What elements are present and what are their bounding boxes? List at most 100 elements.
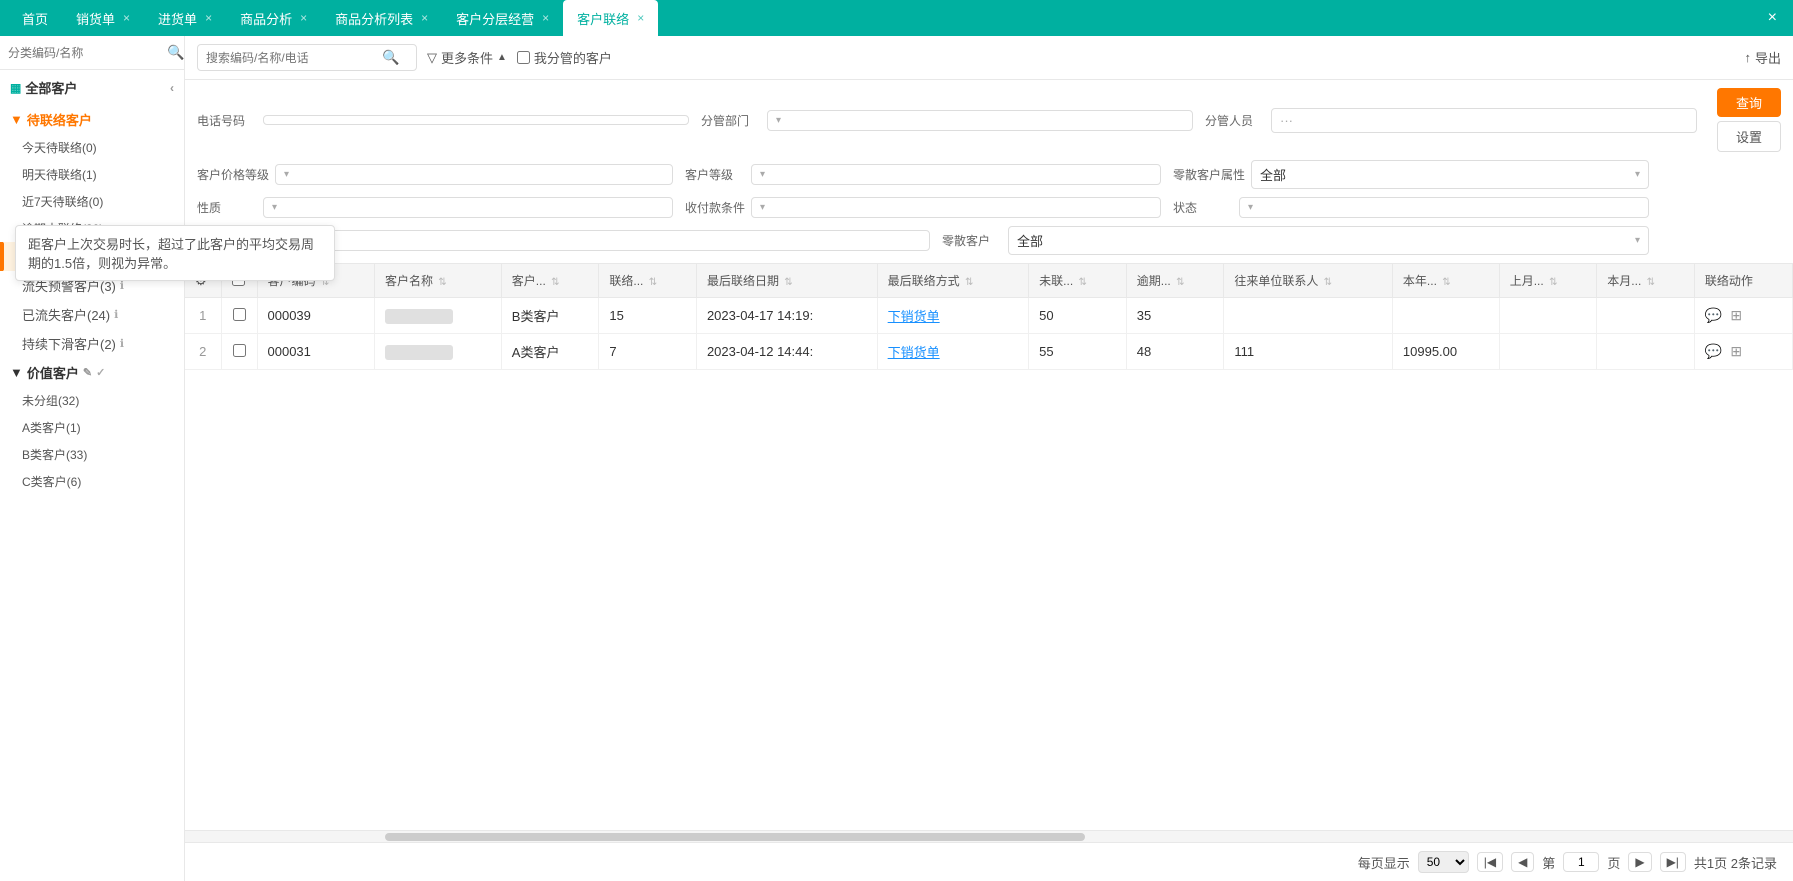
- nav-sales-close[interactable]: ×: [123, 11, 130, 25]
- row-last-date-2: 2023-04-12 14:44:: [696, 334, 877, 370]
- more-conditions-button[interactable]: ▽ 更多条件 ▲: [427, 48, 507, 67]
- th-type[interactable]: 客户... ⇅: [501, 264, 599, 298]
- customer-search-icon[interactable]: 🔍: [382, 49, 399, 66]
- filter-icon: ▽: [427, 50, 437, 66]
- sidebar-value-group[interactable]: ▼ 价值客户 ✎ ✓: [0, 358, 184, 387]
- per-page-select[interactable]: 50 100: [1418, 851, 1469, 873]
- scrollbar-thumb[interactable]: [385, 833, 1085, 841]
- sort-lastmethod-icon: ⇅: [965, 277, 973, 288]
- sidebar-item-a-class[interactable]: A类客户(1): [0, 414, 184, 441]
- prev-page-button[interactable]: ◀: [1511, 852, 1534, 872]
- sidebar-item-today[interactable]: 今天待联络(0): [0, 134, 184, 161]
- nav-home[interactable]: 首页: [8, 0, 62, 36]
- row-contact-1: 15: [599, 298, 697, 334]
- value-group-edit-icon[interactable]: ✎: [83, 366, 92, 379]
- declining-label: 持续下滑客户(2): [22, 334, 116, 353]
- th-name[interactable]: 客户名称 ⇅: [374, 264, 501, 298]
- row-select-2[interactable]: [233, 344, 246, 357]
- row-code-2: 000031: [257, 334, 374, 370]
- blurred-name-2: ████: [385, 345, 453, 360]
- nav-analysis[interactable]: 商品分析 ×: [226, 0, 321, 36]
- filter-department-caret: ▾: [776, 115, 781, 126]
- action-grid-2[interactable]: ⊞: [1730, 343, 1742, 360]
- nav-customer-contact[interactable]: 客户联络 ×: [563, 0, 658, 36]
- scatter-attr-value: 全部: [1260, 165, 1286, 184]
- row-select-1[interactable]: [233, 308, 246, 321]
- action-comment-1[interactable]: 💬: [1705, 307, 1722, 324]
- nav-purchase[interactable]: 进货单 ×: [144, 0, 226, 36]
- nav-analysis-list-close[interactable]: ×: [421, 11, 428, 25]
- sidebar-search-icon[interactable]: 🔍: [167, 44, 184, 61]
- th-uncontacted[interactable]: 未联... ⇅: [1029, 264, 1127, 298]
- filter-customer-type-select[interactable]: ▾: [289, 230, 930, 251]
- row-type-2: A类客户: [501, 334, 599, 370]
- nav-customer-tier-close[interactable]: ×: [542, 11, 549, 25]
- th-contact-person[interactable]: 往来单位联系人 ⇅: [1224, 264, 1393, 298]
- sidebar-search-input[interactable]: [8, 46, 163, 60]
- filter-scatter-attr: 零散客户属性 全部 ▾: [1173, 160, 1649, 189]
- value-group-check-icon[interactable]: ✓: [96, 366, 105, 379]
- info-icon-lost[interactable]: ℹ: [114, 308, 118, 321]
- nav-purchase-close[interactable]: ×: [205, 11, 212, 25]
- query-button[interactable]: 查询: [1717, 88, 1781, 117]
- th-contact[interactable]: 联络... ⇅: [599, 264, 697, 298]
- first-page-button[interactable]: |◀: [1477, 852, 1503, 872]
- nav-customer-contact-close[interactable]: ×: [637, 11, 644, 25]
- filter-department-select[interactable]: ▾: [767, 110, 1193, 131]
- sidebar-item-7days[interactable]: 近7天待联络(0): [0, 188, 184, 215]
- info-icon-declining[interactable]: ℹ: [120, 337, 124, 350]
- nav-analysis-close[interactable]: ×: [300, 11, 307, 25]
- filter-payment-select[interactable]: ▾: [751, 197, 1161, 218]
- last-page-button[interactable]: ▶|: [1660, 852, 1686, 872]
- filter-price-level-select[interactable]: ▾: [275, 164, 673, 185]
- filter-department: 分管部门 ▾: [701, 110, 1193, 131]
- sidebar-item-declining[interactable]: 持续下滑客户(2) ℹ: [0, 329, 184, 358]
- last-method-link-2[interactable]: 下销货单: [888, 345, 940, 360]
- filter-nature-select[interactable]: ▾: [263, 197, 673, 218]
- window-close-button[interactable]: ×: [1760, 9, 1785, 27]
- nav-sales[interactable]: 销货单 ×: [62, 0, 144, 36]
- sidebar-collapse-icon[interactable]: ‹: [170, 81, 174, 95]
- sidebar-pending-group[interactable]: ▼ 待联络客户: [0, 105, 184, 134]
- sidebar-item-tomorrow[interactable]: 明天待联络(1): [0, 161, 184, 188]
- filter-nature: 性质 ▾: [197, 197, 673, 218]
- th-overdue[interactable]: 逾期... ⇅: [1126, 264, 1224, 298]
- action-grid-1[interactable]: ⊞: [1730, 307, 1742, 324]
- sidebar-all-customers-header[interactable]: ▦ 全部客户 ‹: [0, 70, 184, 105]
- lost-customers-label: 已流失客户(24): [22, 305, 110, 324]
- nav-analysis-list[interactable]: 商品分析列表 ×: [321, 0, 442, 36]
- th-last-date[interactable]: 最后联络日期 ⇅: [696, 264, 877, 298]
- th-last-month[interactable]: 上月... ⇅: [1499, 264, 1597, 298]
- sidebar-item-lost-customers[interactable]: 已流失客户(24) ℹ: [0, 300, 184, 329]
- filter-person-input[interactable]: ···: [1271, 108, 1697, 133]
- sidebar: 🔍 ▦ 全部客户 ‹ ▼ 待联络客户 今天待联络(0) 明天待联络(1) 近7天…: [0, 36, 185, 881]
- last-method-link-1[interactable]: 下销货单: [888, 309, 940, 324]
- th-this-year[interactable]: 本年... ⇅: [1392, 264, 1499, 298]
- sidebar-item-c-class[interactable]: C类客户(6): [0, 468, 184, 495]
- row-this-month-1: [1597, 298, 1695, 334]
- filter-status-select[interactable]: ▾: [1239, 197, 1649, 218]
- nav-analysis-list-label: 商品分析列表: [335, 9, 413, 28]
- page-input[interactable]: [1563, 852, 1599, 872]
- settings-button[interactable]: 设置: [1717, 121, 1781, 152]
- filter-customer-level-select[interactable]: ▾: [751, 164, 1161, 185]
- table-container[interactable]: ⚙ 客户编码 ⇅ 客户名称 ⇅ 客户... ⇅ 联络... ⇅ 最后联络日期 ⇅…: [185, 264, 1793, 830]
- action-comment-2[interactable]: 💬: [1705, 343, 1722, 360]
- th-this-month[interactable]: 本月... ⇅: [1597, 264, 1695, 298]
- horizontal-scrollbar[interactable]: [185, 830, 1793, 842]
- my-customers-checkbox[interactable]: [517, 51, 530, 64]
- customer-search-input[interactable]: [206, 51, 376, 65]
- filter-status: 状态 ▾: [1173, 197, 1649, 218]
- filter-scatter-customer-select[interactable]: 全部 ▾: [1008, 226, 1649, 255]
- sidebar-item-unclassified[interactable]: 未分组(32): [0, 387, 184, 414]
- next-page-button[interactable]: ▶: [1628, 852, 1651, 872]
- filter-phone-input[interactable]: [263, 115, 689, 125]
- row-this-year-1: [1392, 298, 1499, 334]
- row-checkbox-2: [221, 334, 257, 370]
- total-pages-label: 页: [1607, 853, 1620, 872]
- export-button[interactable]: ↑ 导出: [1744, 48, 1781, 67]
- filter-scatter-attr-select[interactable]: 全部 ▾: [1251, 160, 1649, 189]
- th-last-method[interactable]: 最后联络方式 ⇅: [877, 264, 1029, 298]
- sidebar-item-b-class[interactable]: B类客户(33): [0, 441, 184, 468]
- nav-customer-tier[interactable]: 客户分层经营 ×: [442, 0, 563, 36]
